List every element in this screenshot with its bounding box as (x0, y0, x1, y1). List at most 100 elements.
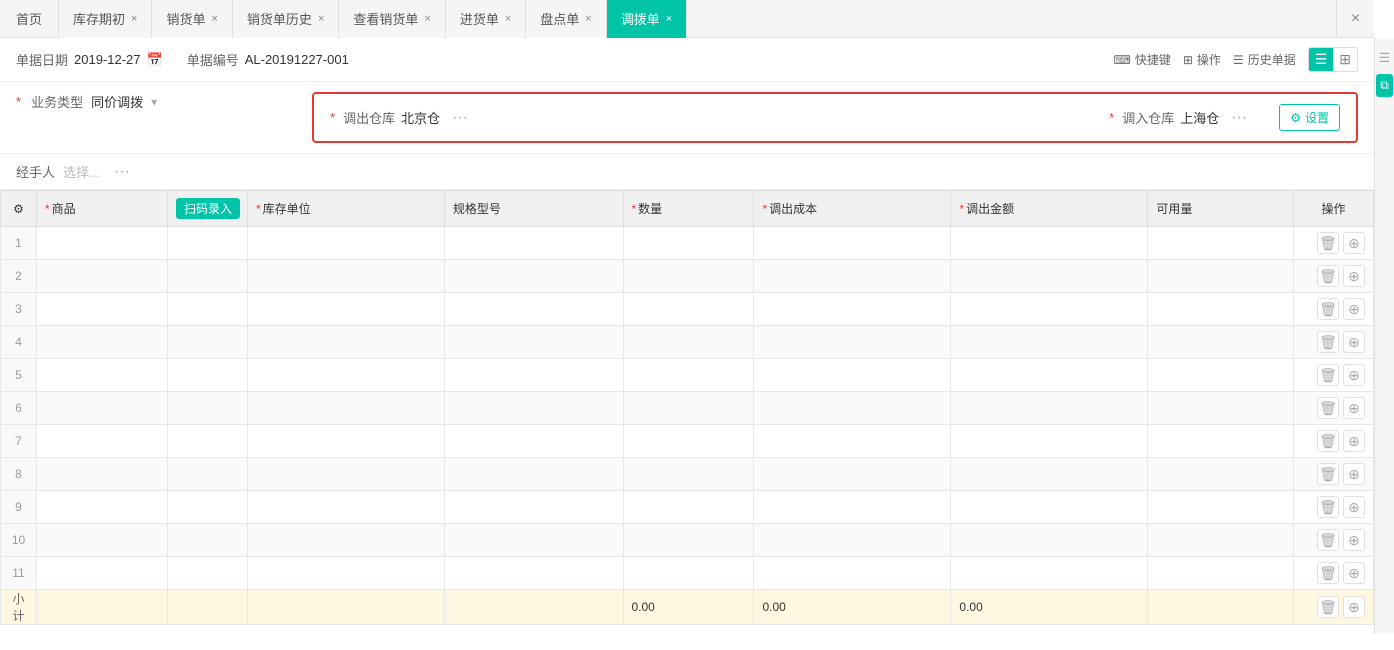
calendar-icon[interactable]: 📅 (147, 52, 163, 68)
cell-cost[interactable] (754, 392, 951, 425)
operator-more-icon[interactable]: ··· (114, 163, 130, 181)
cell-quantity[interactable] (623, 326, 754, 359)
cell-amount[interactable] (951, 227, 1148, 260)
cell-spec[interactable] (444, 557, 623, 590)
copy-row-button[interactable]: ⊕ (1343, 430, 1365, 452)
cell-quantity[interactable] (623, 293, 754, 326)
copy-row-button[interactable]: ⊕ (1343, 265, 1365, 287)
copy-row-button[interactable]: ⊕ (1343, 331, 1365, 353)
business-type-dropdown-icon[interactable]: ▾ (151, 95, 157, 109)
delete-row-button[interactable]: 🗑 (1317, 463, 1339, 485)
cell-product[interactable] (37, 326, 168, 359)
cell-amount[interactable] (951, 359, 1148, 392)
cell-amount[interactable] (951, 260, 1148, 293)
tab-transfer-close[interactable]: × (666, 13, 672, 25)
cell-cost[interactable] (754, 491, 951, 524)
cell-unit[interactable] (247, 425, 444, 458)
tab-sales-order[interactable]: 销货单 × (152, 0, 232, 38)
cell-cost[interactable] (754, 458, 951, 491)
cell-unit[interactable] (247, 491, 444, 524)
cell-product[interactable] (37, 425, 168, 458)
to-warehouse-more-icon[interactable]: ··· (1231, 109, 1247, 127)
delete-row-button[interactable]: 🗑 (1317, 331, 1339, 353)
history-action[interactable]: ☰ 历史单据 (1233, 51, 1296, 68)
cell-quantity[interactable] (623, 359, 754, 392)
cell-quantity[interactable] (623, 425, 754, 458)
cell-available[interactable] (1148, 491, 1294, 524)
cell-available[interactable] (1148, 557, 1294, 590)
scan-button[interactable]: 扫码录入 (176, 198, 240, 219)
cell-available[interactable] (1148, 524, 1294, 557)
tab-inventory-init[interactable]: 库存期初 × (59, 0, 152, 38)
th-scan[interactable]: 扫码录入 (167, 191, 247, 227)
cell-available[interactable] (1148, 392, 1294, 425)
operator-placeholder[interactable]: 选择... (63, 162, 100, 181)
copy-row-button[interactable]: ⊕ (1343, 529, 1365, 551)
sidebar-list-icon[interactable]: ☰ (1379, 50, 1391, 66)
cell-cost[interactable] (754, 260, 951, 293)
cell-amount[interactable] (951, 293, 1148, 326)
cell-cost[interactable] (754, 425, 951, 458)
cell-available[interactable] (1148, 260, 1294, 293)
cell-unit[interactable] (247, 557, 444, 590)
shortcut-action[interactable]: ⌨ 快捷键 (1114, 51, 1171, 68)
operations-action[interactable]: ⊞ 操作 (1183, 51, 1221, 68)
delete-row-button[interactable]: 🗑 (1317, 562, 1339, 584)
tab-inventory-init-close[interactable]: × (131, 13, 137, 25)
cell-spec[interactable] (444, 293, 623, 326)
delete-row-button[interactable]: 🗑 (1317, 529, 1339, 551)
cell-spec[interactable] (444, 458, 623, 491)
cell-unit[interactable] (247, 392, 444, 425)
cell-quantity[interactable] (623, 491, 754, 524)
cell-quantity[interactable] (623, 458, 754, 491)
list-view-button[interactable]: ☰ (1309, 48, 1334, 71)
cell-spec[interactable] (444, 359, 623, 392)
cell-product[interactable] (37, 293, 168, 326)
copy-row-button[interactable]: ⊕ (1343, 232, 1365, 254)
cell-cost[interactable] (754, 557, 951, 590)
cell-amount[interactable] (951, 392, 1148, 425)
cell-unit[interactable] (247, 227, 444, 260)
close-window-button[interactable]: × (1336, 0, 1374, 38)
cell-quantity[interactable] (623, 227, 754, 260)
cell-cost[interactable] (754, 293, 951, 326)
tab-view-sales-close[interactable]: × (424, 13, 430, 25)
cell-product[interactable] (37, 491, 168, 524)
th-gear[interactable]: ⚙ (1, 191, 37, 227)
cell-unit[interactable] (247, 260, 444, 293)
cell-product[interactable] (37, 458, 168, 491)
cell-cost[interactable] (754, 524, 951, 557)
copy-row-button[interactable]: ⊕ (1343, 298, 1365, 320)
cell-cost[interactable] (754, 359, 951, 392)
cell-product[interactable] (37, 524, 168, 557)
cell-product[interactable] (37, 359, 168, 392)
cell-unit[interactable] (247, 293, 444, 326)
cell-spec[interactable] (444, 524, 623, 557)
cell-spec[interactable] (444, 260, 623, 293)
subtotal-copy-button[interactable]: ⊕ (1343, 596, 1365, 618)
from-warehouse-more-icon[interactable]: ··· (452, 109, 468, 127)
cell-available[interactable] (1148, 425, 1294, 458)
cell-cost[interactable] (754, 326, 951, 359)
copy-row-button[interactable]: ⊕ (1343, 397, 1365, 419)
cell-amount[interactable] (951, 458, 1148, 491)
grid-view-button[interactable]: ⊞ (1333, 48, 1357, 71)
cell-quantity[interactable] (623, 260, 754, 293)
to-warehouse-value[interactable]: 上海仓 (1180, 108, 1219, 127)
cell-amount[interactable] (951, 425, 1148, 458)
cell-unit[interactable] (247, 326, 444, 359)
cell-spec[interactable] (444, 425, 623, 458)
cell-available[interactable] (1148, 326, 1294, 359)
cell-product[interactable] (37, 260, 168, 293)
subtotal-delete-button[interactable]: 🗑 (1317, 596, 1339, 618)
cell-quantity[interactable] (623, 392, 754, 425)
tab-home[interactable]: 首页 (0, 0, 59, 38)
tab-sales-order-close[interactable]: × (211, 13, 217, 25)
delete-row-button[interactable]: 🗑 (1317, 232, 1339, 254)
delete-row-button[interactable]: 🗑 (1317, 430, 1339, 452)
tab-sales-history-close[interactable]: × (318, 13, 324, 25)
tab-purchase-order[interactable]: 进货单 × (446, 0, 526, 38)
delete-row-button[interactable]: 🗑 (1317, 397, 1339, 419)
cell-quantity[interactable] (623, 557, 754, 590)
cell-amount[interactable] (951, 326, 1148, 359)
